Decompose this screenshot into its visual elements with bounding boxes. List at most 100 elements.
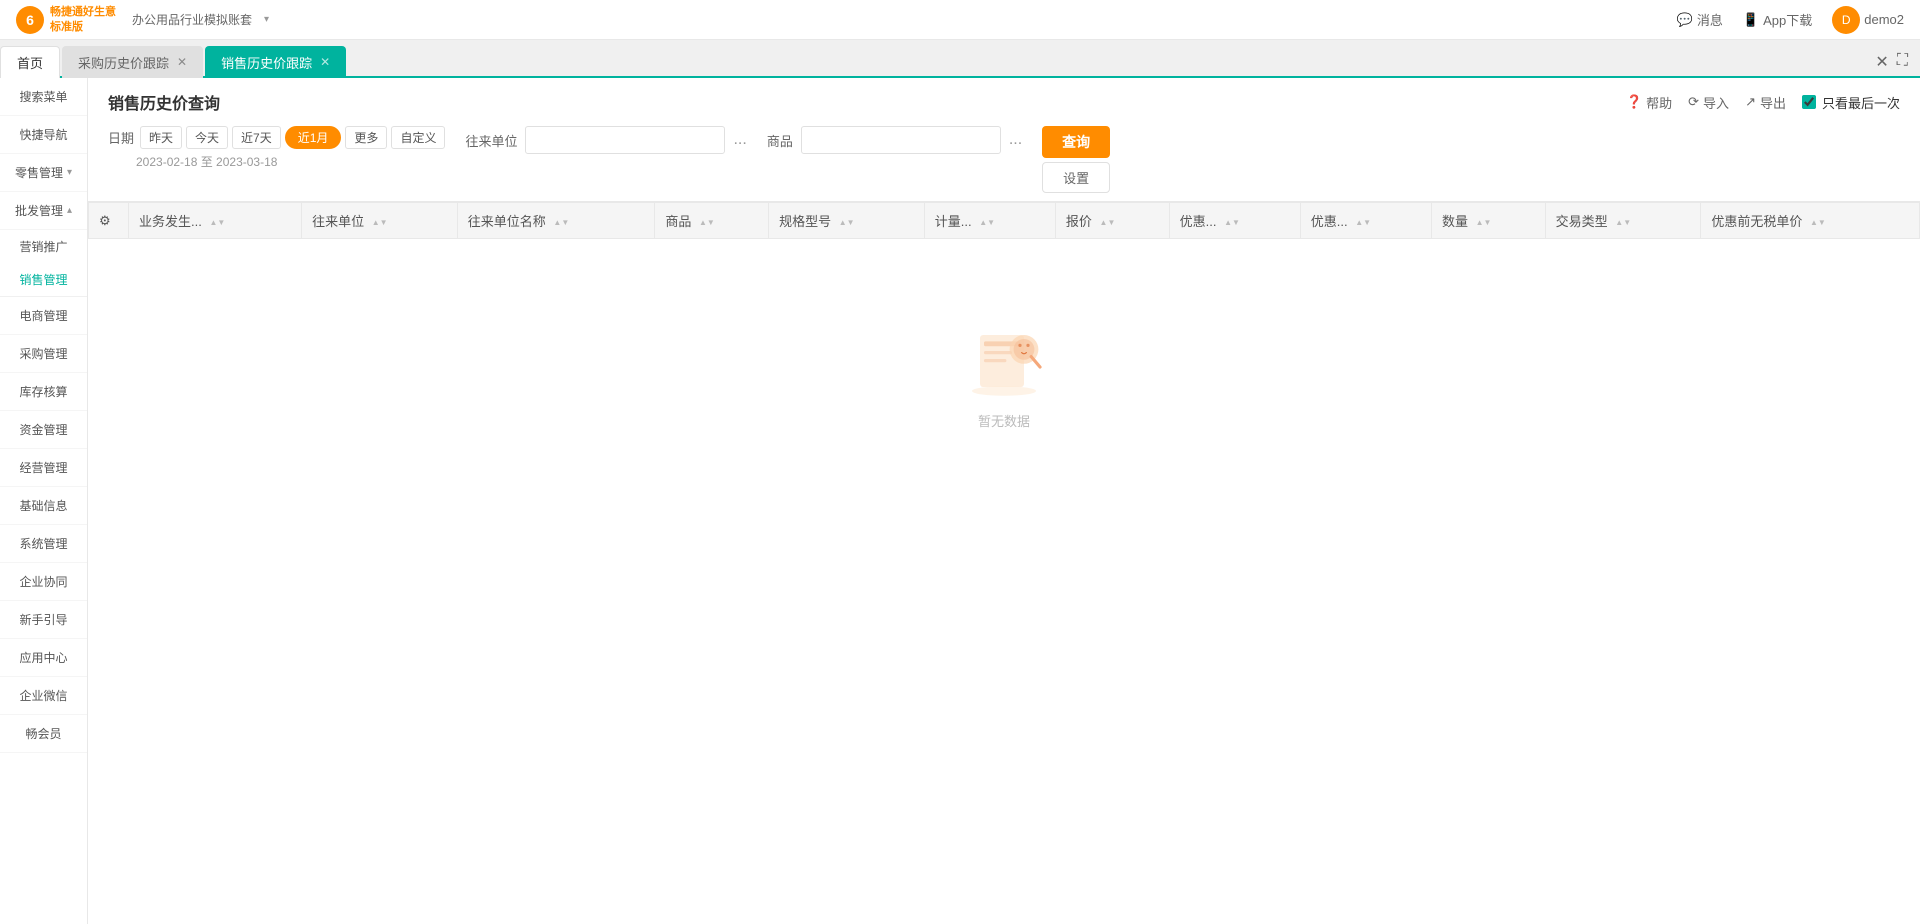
settings-button[interactable]: 设置 xyxy=(1042,162,1110,193)
th-goods[interactable]: 商品 ▲▼ xyxy=(655,203,769,239)
avatar: D xyxy=(1832,6,1860,34)
wholesale-mgmt-arrow: ▴ xyxy=(67,205,72,216)
th-quote[interactable]: 报价 ▲▼ xyxy=(1055,203,1169,239)
sidebar-item-inventory[interactable]: 库存核算 xyxy=(0,373,87,411)
sidebar-item-ecommerce[interactable]: 电商管理 xyxy=(0,297,87,335)
help-label: 帮助 xyxy=(1646,93,1672,112)
table-header-row: ⚙ 业务发生... ▲▼ 往来单位 ▲▼ 往来单位名称 ▲▼ xyxy=(89,203,1920,239)
export-label: 导出 xyxy=(1760,93,1786,112)
date-btn-1month[interactable]: 近1月 xyxy=(285,126,342,149)
guide-label: 新手引导 xyxy=(19,611,67,628)
goods-dots[interactable]: ... xyxy=(1009,131,1022,149)
tab-maximize[interactable]: ⛶ xyxy=(1897,52,1908,72)
last-only-action: 只看最后一次 xyxy=(1802,93,1900,112)
th-partner-name[interactable]: 往来单位名称 ▲▼ xyxy=(457,203,655,239)
import-icon: ⟳ xyxy=(1688,94,1699,110)
th-spec[interactable]: 规格型号 ▲▼ xyxy=(769,203,925,239)
message-btn[interactable]: 💬 消息 xyxy=(1677,10,1723,29)
th-settings[interactable]: ⚙ xyxy=(89,203,129,239)
sidebar-sub-sales-mgmt[interactable]: 销售管理 xyxy=(0,263,87,296)
tab-purchase-label: 采购历史价跟踪 xyxy=(78,53,169,72)
sidebar-sub-marketing[interactable]: 营销推广 xyxy=(0,230,87,263)
retail-mgmt-label: 零售管理 xyxy=(15,164,63,181)
goods-input[interactable] xyxy=(801,126,1001,154)
th-discount2[interactable]: 优惠... ▲▼ xyxy=(1300,203,1431,239)
content-area: 销售历史价查询 ❓ 帮助 ⟳ 导入 ↗ 导出 xyxy=(88,78,1920,924)
th-trade-type[interactable]: 交易类型 ▲▼ xyxy=(1545,203,1701,239)
export-icon: ↗ xyxy=(1745,94,1756,110)
app-dropdown-arrow[interactable]: ▾ xyxy=(264,14,269,25)
th-discount2-sort: ▲▼ xyxy=(1355,219,1371,227)
partner-dots[interactable]: ... xyxy=(733,131,746,149)
inventory-label: 库存核算 xyxy=(19,383,67,400)
sidebar-item-member[interactable]: 畅会员 xyxy=(0,715,87,753)
sidebar-item-purchase[interactable]: 采购管理 xyxy=(0,335,87,373)
date-btn-7days[interactable]: 近7天 xyxy=(232,126,281,149)
tab-home-label: 首页 xyxy=(17,53,43,72)
date-btn-custom[interactable]: 自定义 xyxy=(391,126,445,149)
sidebar-item-quick-nav[interactable]: 快捷导航 xyxy=(0,116,87,154)
page-title: 销售历史价查询 xyxy=(108,90,220,114)
sidebar-item-finance[interactable]: 资金管理 xyxy=(0,411,87,449)
th-quantity-sort: ▲▼ xyxy=(1476,219,1492,227)
date-btn-yesterday[interactable]: 昨天 xyxy=(140,126,182,149)
import-btn[interactable]: ⟳ 导入 xyxy=(1688,93,1729,112)
sidebar-item-operations[interactable]: 经营管理 xyxy=(0,449,87,487)
tab-purchase-close[interactable]: ✕ xyxy=(177,55,187,69)
quick-nav-label: 快捷导航 xyxy=(19,126,67,143)
th-partner-code-sort: ▲▼ xyxy=(372,219,388,227)
th-trade-type-sort: ▲▼ xyxy=(1615,219,1631,227)
th-discount1[interactable]: 优惠... ▲▼ xyxy=(1169,203,1300,239)
wechat-label: 企业微信 xyxy=(19,687,67,704)
tab-sales-close[interactable]: ✕ xyxy=(320,55,330,69)
query-button[interactable]: 查询 xyxy=(1042,126,1110,158)
tab-bar: 首页 采购历史价跟踪 ✕ 销售历史价跟踪 ✕ ✕ ⛶ xyxy=(0,40,1920,78)
th-biz-date[interactable]: 业务发生... ▲▼ xyxy=(129,203,302,239)
message-label: 消息 xyxy=(1697,10,1723,29)
sidebar-item-wholesale-mgmt[interactable]: 批发管理 ▴ xyxy=(0,192,87,230)
th-discount1-label: 优惠... xyxy=(1180,214,1217,229)
logo-text: 畅捷通好生意 标准版 xyxy=(50,5,116,34)
th-partner-code[interactable]: 往来单位 ▲▼ xyxy=(302,203,458,239)
th-biz-date-label: 业务发生... xyxy=(139,214,202,229)
help-btn[interactable]: ❓ 帮助 xyxy=(1626,93,1672,112)
tab-home[interactable]: 首页 xyxy=(0,46,60,78)
th-unit[interactable]: 计量... ▲▼ xyxy=(924,203,1055,239)
sidebar-item-wechat[interactable]: 企业微信 xyxy=(0,677,87,715)
sidebar-item-guide[interactable]: 新手引导 xyxy=(0,601,87,639)
table-container: ⚙ 业务发生... ▲▼ 往来单位 ▲▼ 往来单位名称 ▲▼ xyxy=(88,202,1920,924)
th-partner-name-sort: ▲▼ xyxy=(553,219,569,227)
filter-date-row: 日期 昨天 今天 近7天 近1月 更多 自定义 xyxy=(108,126,445,149)
logo-area[interactable]: 6 畅捷通好生意 标准版 xyxy=(16,5,116,34)
sidebar-item-basic-info[interactable]: 基础信息 xyxy=(0,487,87,525)
tab-purchase-history[interactable]: 采购历史价跟踪 ✕ xyxy=(62,46,203,78)
goods-filter-label: 商品 xyxy=(767,131,793,150)
sidebar-item-app-center[interactable]: 应用中心 xyxy=(0,639,87,677)
tab-close-window[interactable]: ✕ xyxy=(1875,52,1888,72)
app-download-label: App下载 xyxy=(1763,10,1812,29)
enterprise-label: 企业协同 xyxy=(19,573,67,590)
app-download-btn[interactable]: 📱 App下载 xyxy=(1743,10,1812,29)
date-filter-label: 日期 xyxy=(108,128,134,147)
sidebar-item-enterprise[interactable]: 企业协同 xyxy=(0,563,87,601)
partner-input[interactable] xyxy=(525,126,725,154)
date-range-display: 2023-02-18 至 2023-03-18 xyxy=(136,153,445,170)
user-profile[interactable]: D demo2 xyxy=(1832,6,1904,34)
filter-left: 日期 昨天 今天 近7天 近1月 更多 自定义 2023-02-18 至 202… xyxy=(108,126,445,170)
date-btn-more[interactable]: 更多 xyxy=(345,126,387,149)
last-only-label[interactable]: 只看最后一次 xyxy=(1822,93,1900,112)
filter-partner: 往来单位 ... xyxy=(465,126,746,154)
date-btn-today[interactable]: 今天 xyxy=(186,126,228,149)
sidebar-item-retail-mgmt[interactable]: 零售管理 ▾ xyxy=(0,154,87,192)
last-only-checkbox[interactable] xyxy=(1802,95,1816,109)
th-pretax-price[interactable]: 优惠前无税单价 ▲▼ xyxy=(1701,203,1920,239)
export-btn[interactable]: ↗ 导出 xyxy=(1745,93,1786,112)
data-table: ⚙ 业务发生... ▲▼ 往来单位 ▲▼ 往来单位名称 ▲▼ xyxy=(88,202,1920,510)
sidebar-item-search-menu[interactable]: 搜索菜单 xyxy=(0,78,87,116)
header-left: 6 畅捷通好生意 标准版 办公用品行业模拟账套 ▾ xyxy=(16,5,269,34)
operations-label: 经营管理 xyxy=(19,459,67,476)
sidebar-item-system[interactable]: 系统管理 xyxy=(0,525,87,563)
th-quantity[interactable]: 数量 ▲▼ xyxy=(1431,203,1545,239)
settings-icon[interactable]: ⚙ xyxy=(99,213,111,228)
tab-sales-history[interactable]: 销售历史价跟踪 ✕ xyxy=(205,46,346,78)
